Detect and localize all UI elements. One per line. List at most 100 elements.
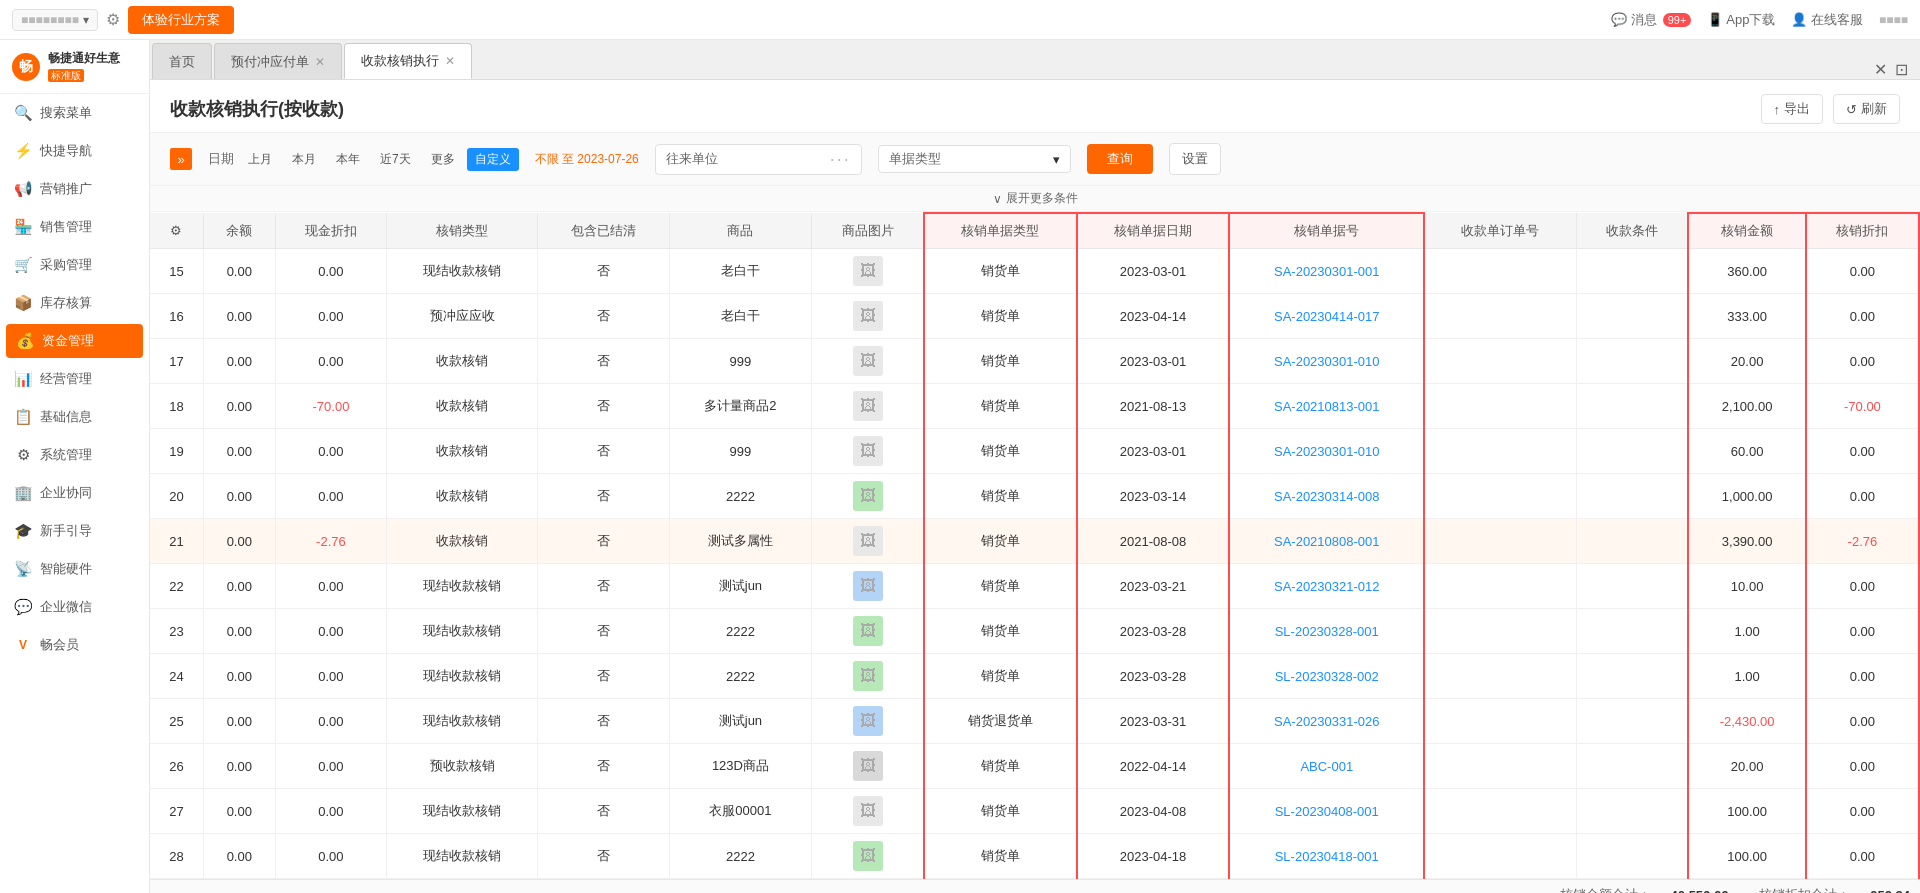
date-label: 日期 xyxy=(208,150,234,168)
footer-total-amount-label: 核销金额合计： xyxy=(1560,886,1651,893)
sidebar-item-sales[interactable]: 🏪 销售管理 xyxy=(0,208,149,246)
cell-write-off-type: 收款核销 xyxy=(387,519,538,564)
export-button[interactable]: ↑ 导出 xyxy=(1761,94,1824,124)
bill-no-link[interactable]: SL-20230328-001 xyxy=(1275,624,1379,639)
more-date-option[interactable]: 更多 xyxy=(423,148,463,171)
bill-no-link[interactable]: ABC-001 xyxy=(1300,759,1353,774)
app-download-btn[interactable]: 📱 App下载 xyxy=(1707,11,1775,29)
query-button[interactable]: 查询 xyxy=(1087,144,1153,174)
cell-bill-date: 2023-03-28 xyxy=(1077,654,1230,699)
cell-bill-no[interactable]: SL-20230408-001 xyxy=(1229,789,1424,834)
sidebar-item-system[interactable]: ⚙ 系统管理 xyxy=(0,436,149,474)
sidebar-item-inventory[interactable]: 📦 库存核算 xyxy=(0,284,149,322)
cell-bill-no[interactable]: ABC-001 xyxy=(1229,744,1424,789)
col-header-balance: 余额 xyxy=(203,213,275,249)
cell-bill-no[interactable]: SL-20230328-001 xyxy=(1229,609,1424,654)
sidebar-item-wechat[interactable]: 💬 企业微信 xyxy=(0,588,149,626)
messages-btn[interactable]: 💬 消息 99+ xyxy=(1611,11,1691,29)
cell-write-off-amount: 3,390.00 xyxy=(1688,519,1806,564)
filter-toggle-button[interactable]: » xyxy=(170,148,192,170)
col-header-product-img: 商品图片 xyxy=(812,213,924,249)
bill-no-link[interactable]: SA-20230314-008 xyxy=(1274,489,1380,504)
from-unit-input[interactable] xyxy=(724,152,824,167)
bill-no-link[interactable]: SL-20230408-001 xyxy=(1275,804,1379,819)
cell-write-off-type: 现结收款核销 xyxy=(387,249,538,294)
cell-bill-no[interactable]: SA-20210813-001 xyxy=(1229,384,1424,429)
cell-balance: 0.00 xyxy=(203,834,275,879)
bill-no-link[interactable]: SA-20230301-010 xyxy=(1274,354,1380,369)
bill-type-input[interactable] xyxy=(947,152,1047,167)
bill-no-link[interactable]: SA-20210813-001 xyxy=(1274,399,1380,414)
close-prepay-tab-icon[interactable]: ✕ xyxy=(315,55,325,69)
company-selector[interactable]: ■■■■■■■■ ▾ xyxy=(12,9,98,31)
last-7-days-option[interactable]: 近7天 xyxy=(372,148,419,171)
tab-actions: ✕ ⊡ xyxy=(1874,60,1920,79)
cell-write-off-amount: 333.00 xyxy=(1688,294,1806,339)
table-row: 19 0.00 0.00 收款核销 否 999 🖼 销货单 2023-03-01… xyxy=(150,429,1919,474)
sidebar-item-operations[interactable]: 📊 经营管理 xyxy=(0,360,149,398)
tab-prepay[interactable]: 预付冲应付单 ✕ xyxy=(214,43,342,79)
cell-bill-no[interactable]: SA-20230331-026 xyxy=(1229,699,1424,744)
cell-product-img: 🖼 xyxy=(812,429,924,474)
trial-button[interactable]: 体验行业方案 xyxy=(128,6,234,34)
logo-tag: 标准版 xyxy=(48,69,84,82)
sidebar-item-marketing[interactable]: 📢 营销推广 xyxy=(0,170,149,208)
cell-bill-no[interactable]: SA-20230301-010 xyxy=(1229,339,1424,384)
cell-bill-no[interactable]: SL-20230418-001 xyxy=(1229,834,1424,879)
sidebar-item-enterprise[interactable]: 🏢 企业协同 xyxy=(0,474,149,512)
top-bar-left: ■■■■■■■■ ▾ ⚙ 体验行业方案 xyxy=(12,6,1603,34)
custom-date-option[interactable]: 自定义 xyxy=(467,148,519,171)
sidebar-item-newbie[interactable]: 🎓 新手引导 xyxy=(0,512,149,550)
cell-bill-no[interactable]: SA-20230414-017 xyxy=(1229,294,1424,339)
sidebar-item-finance[interactable]: 💰 资金管理 xyxy=(6,324,143,358)
maximize-icon[interactable]: ⊡ xyxy=(1895,60,1908,79)
cell-bill-date: 2023-03-21 xyxy=(1077,564,1230,609)
cell-bill-no[interactable]: SA-20230314-008 xyxy=(1229,474,1424,519)
cell-bill-no[interactable]: SA-20230301-010 xyxy=(1229,429,1424,474)
this-month-option[interactable]: 本月 xyxy=(284,148,324,171)
cell-bill-date: 2023-03-01 xyxy=(1077,249,1230,294)
sidebar-item-smart-hw[interactable]: 📡 智能硬件 xyxy=(0,550,149,588)
sidebar-item-quick-nav[interactable]: ⚡ 快捷导航 xyxy=(0,132,149,170)
close-tab-icon[interactable]: ✕ xyxy=(1874,60,1887,79)
cell-bill-no[interactable]: SA-20210808-001 xyxy=(1229,519,1424,564)
cell-product: 2222 xyxy=(669,474,811,519)
cell-write-off-amount: 1.00 xyxy=(1688,609,1806,654)
bill-no-link[interactable]: SA-20230301-010 xyxy=(1274,444,1380,459)
cell-bill-no[interactable]: SA-20230301-001 xyxy=(1229,249,1424,294)
sidebar-item-purchase[interactable]: 🛒 采购管理 xyxy=(0,246,149,284)
bill-no-link[interactable]: SA-20230414-017 xyxy=(1274,309,1380,324)
sidebar-item-search[interactable]: 🔍 搜索菜单 xyxy=(0,94,149,132)
bill-no-link[interactable]: SA-20230301-001 xyxy=(1274,264,1380,279)
cell-receipt-order xyxy=(1424,294,1576,339)
bill-no-link[interactable]: SA-20210808-001 xyxy=(1274,534,1380,549)
bill-no-link[interactable]: SL-20230418-001 xyxy=(1275,849,1379,864)
cell-bill-no[interactable]: SL-20230328-002 xyxy=(1229,654,1424,699)
col-header-settings[interactable]: ⚙ xyxy=(150,213,203,249)
table-row: 27 0.00 0.00 现结收款核销 否 衣服00001 🖼 销货单 2023… xyxy=(150,789,1919,834)
date-range-display: 不限 至 2023-07-26 xyxy=(535,151,639,168)
sidebar-item-label: 企业微信 xyxy=(40,598,92,616)
close-collection-tab-icon[interactable]: ✕ xyxy=(445,54,455,68)
sidebar-item-basic-info[interactable]: 📋 基础信息 xyxy=(0,398,149,436)
gear-icon[interactable]: ⚙ xyxy=(106,10,120,29)
cell-write-off-discount: 0.00 xyxy=(1806,294,1919,339)
last-month-option[interactable]: 上月 xyxy=(240,148,280,171)
sidebar-item-member[interactable]: V 畅会员 xyxy=(0,626,149,664)
tab-collection[interactable]: 收款核销执行 ✕ xyxy=(344,43,472,79)
refresh-button[interactable]: ↺ 刷新 xyxy=(1833,94,1900,124)
bill-no-link[interactable]: SL-20230328-002 xyxy=(1275,669,1379,684)
cell-num: 18 xyxy=(150,384,203,429)
expand-bar[interactable]: ∨ 展开更多条件 xyxy=(150,186,1920,212)
bill-no-link[interactable]: SA-20230331-026 xyxy=(1274,714,1380,729)
bill-no-link[interactable]: SA-20230321-012 xyxy=(1274,579,1380,594)
cell-write-off-discount: 0.00 xyxy=(1806,834,1919,879)
cell-bill-no[interactable]: SA-20230321-012 xyxy=(1229,564,1424,609)
tab-home[interactable]: 首页 xyxy=(152,43,212,79)
cell-receipt-condition xyxy=(1576,519,1688,564)
online-service-btn[interactable]: 👤 在线客服 xyxy=(1791,11,1863,29)
cell-receipt-order xyxy=(1424,789,1576,834)
prepay-tab-label: 预付冲应付单 xyxy=(231,53,309,71)
settings-button[interactable]: 设置 xyxy=(1169,143,1221,175)
this-year-option[interactable]: 本年 xyxy=(328,148,368,171)
